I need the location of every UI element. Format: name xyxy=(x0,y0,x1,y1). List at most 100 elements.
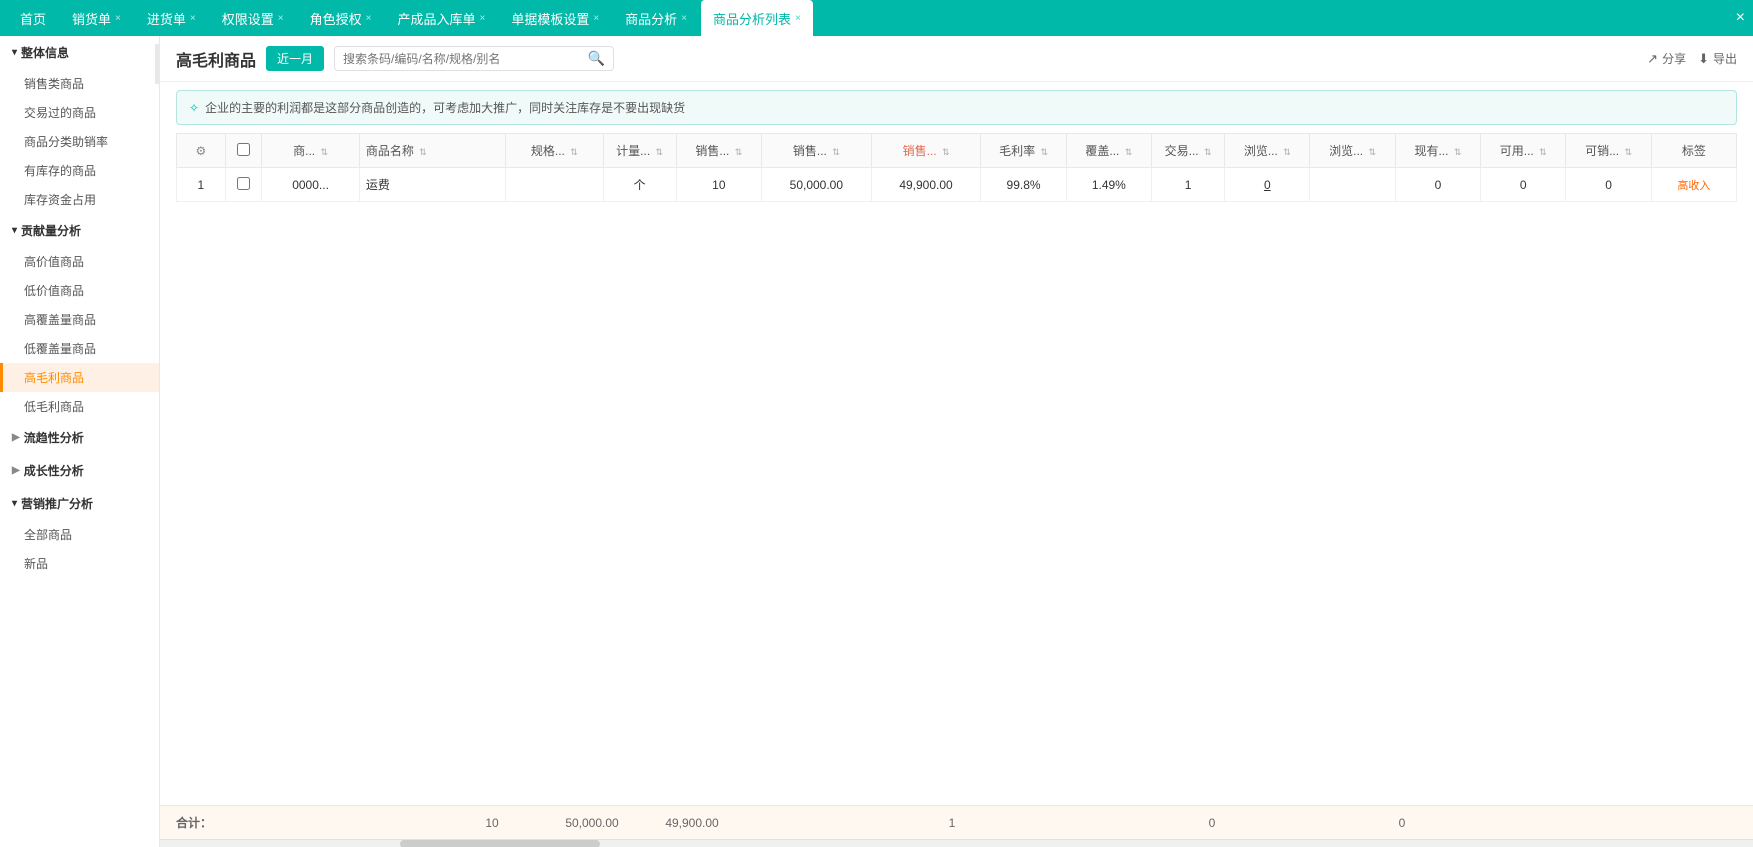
col-header-stock2: 可用... ⇅ xyxy=(1481,134,1566,168)
cell-tag: 高收入 xyxy=(1651,168,1736,202)
cell-sales-qty: 10 xyxy=(676,168,761,202)
chevron-right-icon: ▶ xyxy=(12,432,20,443)
export-icon: ⬇ xyxy=(1698,51,1709,67)
nav-tab-permissions[interactable]: 权限设置 × xyxy=(210,0,296,36)
col-header-unit: 计量... ⇅ xyxy=(603,134,676,168)
col-header-code: 商... ⇅ xyxy=(262,134,360,168)
table-footer: 合计： 10 50,000.00 49,900.00 1 0 0 xyxy=(160,805,1753,839)
sidebar-group-contribution[interactable]: ▾ 贡献量分析 xyxy=(0,214,159,247)
nav-tab-purchase[interactable]: 进货单 × xyxy=(135,0,208,36)
sidebar-collapse-button[interactable]: 《 xyxy=(155,44,160,84)
close-all-icon[interactable]: × xyxy=(1736,9,1745,27)
export-button[interactable]: ⬇ 导出 xyxy=(1698,50,1737,67)
close-icon[interactable]: × xyxy=(593,13,599,24)
col-header-coverage: 覆盖... ⇅ xyxy=(1066,134,1151,168)
sort-icon[interactable]: ⇅ xyxy=(735,147,743,157)
sidebar-item-stocked-goods[interactable]: 有库存的商品 xyxy=(0,156,159,185)
nav-tab-roles[interactable]: 角色授权 × xyxy=(298,0,384,36)
sidebar-item-low-coverage[interactable]: 低覆盖量商品 xyxy=(0,334,159,363)
cell-stock1: 0 xyxy=(1395,168,1480,202)
sort-icon[interactable]: ⇅ xyxy=(1204,147,1212,157)
share-icon: ↗ xyxy=(1647,51,1658,67)
sidebar-group-marketing[interactable]: ▾ 营销推广分析 xyxy=(0,487,159,520)
nav-tab-templates[interactable]: 单据模板设置 × xyxy=(499,0,611,36)
sidebar-item-all-goods[interactable]: 全部商品 xyxy=(0,520,159,549)
sidebar-item-category-rate[interactable]: 商品分类助销率 xyxy=(0,127,159,156)
nav-tab-home[interactable]: 首页 xyxy=(8,0,58,36)
main-layout: 《 ▾ 整体信息 销售类商品 交易过的商品 商品分类助销率 有库存的商品 库存资… xyxy=(0,36,1753,847)
sidebar-item-high-value[interactable]: 高价值商品 xyxy=(0,247,159,276)
col-header-transaction: 交易... ⇅ xyxy=(1152,134,1225,168)
close-icon[interactable]: × xyxy=(190,13,196,24)
sidebar-group-overall[interactable]: ▾ 整体信息 xyxy=(0,36,159,69)
cell-coverage: 1.49% xyxy=(1066,168,1151,202)
scroll-thumb[interactable] xyxy=(400,840,600,847)
sort-icon[interactable]: ⇅ xyxy=(1283,147,1291,157)
sort-icon[interactable]: ⇅ xyxy=(570,147,578,157)
col-header-tag: 标签 xyxy=(1651,134,1736,168)
col-header-sales-profit: 销售... ⇅ xyxy=(871,134,981,168)
sort-icon[interactable]: ⇅ xyxy=(656,147,664,157)
sort-icon[interactable]: ⇅ xyxy=(1624,147,1632,157)
col-header-settings[interactable]: ⚙ xyxy=(177,134,226,168)
sort-icon[interactable]: ⇅ xyxy=(1369,147,1377,157)
close-icon[interactable]: × xyxy=(479,13,485,24)
footer-label: 合计： xyxy=(176,814,212,831)
filter-recent-month-button[interactable]: 近一月 xyxy=(266,46,324,71)
sidebar-item-low-value[interactable]: 低价值商品 xyxy=(0,276,159,305)
nav-tab-sales[interactable]: 销货单 × xyxy=(60,0,133,36)
sort-icon[interactable]: ⇅ xyxy=(1454,147,1462,157)
cell-sales-amt: 50,000.00 xyxy=(762,168,872,202)
close-icon[interactable]: × xyxy=(115,13,121,24)
sidebar-group-flow[interactable]: ▶ 流趋性分析 xyxy=(0,421,159,454)
close-icon[interactable]: × xyxy=(366,13,372,24)
cell-sales-profit: 49,900.00 xyxy=(871,168,981,202)
cell-check[interactable] xyxy=(225,168,262,202)
cell-saleable: 0 xyxy=(1566,168,1651,202)
sidebar-item-traded-goods[interactable]: 交易过的商品 xyxy=(0,98,159,127)
sidebar-item-sales-goods[interactable]: 销售类商品 xyxy=(0,69,159,98)
sort-icon[interactable]: ⇅ xyxy=(320,147,328,157)
nav-tab-analysis[interactable]: 商品分析 × xyxy=(613,0,699,36)
sort-icon[interactable]: ⇅ xyxy=(419,147,427,157)
close-icon[interactable]: × xyxy=(681,13,687,24)
sidebar-group-growth[interactable]: ▶ 成长性分析 xyxy=(0,454,159,487)
nav-tab-analysis-list[interactable]: 商品分析列表 × xyxy=(701,0,813,36)
share-button[interactable]: ↗ 分享 xyxy=(1647,50,1686,67)
nav-tab-products[interactable]: 产成品入库单 × xyxy=(385,0,497,36)
cell-unit: 个 xyxy=(603,168,676,202)
sidebar-item-high-margin[interactable]: 高毛利商品 xyxy=(0,363,159,392)
col-header-check[interactable] xyxy=(225,134,262,168)
cell-spec xyxy=(506,168,604,202)
col-header-saleable: 可销... ⇅ xyxy=(1566,134,1651,168)
search-icon[interactable]: 🔍 xyxy=(588,50,605,67)
cell-gross-rate: 99.8% xyxy=(981,168,1066,202)
footer-stock1: 0 xyxy=(1172,816,1252,830)
horizontal-scrollbar[interactable] xyxy=(160,839,1753,847)
close-icon[interactable]: × xyxy=(278,13,284,24)
sidebar-item-new-goods[interactable]: 新品 xyxy=(0,549,159,578)
chevron-down-icon: ▾ xyxy=(12,225,17,236)
sort-icon[interactable]: ⇅ xyxy=(942,147,950,157)
row-checkbox[interactable] xyxy=(237,177,250,190)
col-header-name: 商品名称 ⇅ xyxy=(359,134,505,168)
page-title: 高毛利商品 xyxy=(176,47,256,71)
info-banner: ✧ 企业的主要的利润都是这部分商品创造的，可考虑加大推广，同时关注库存是不要出现… xyxy=(176,90,1737,125)
cell-stock2: 0 xyxy=(1481,168,1566,202)
sidebar-item-high-coverage[interactable]: 高覆盖量商品 xyxy=(0,305,159,334)
search-input[interactable] xyxy=(343,52,584,66)
sort-icon[interactable]: ⇅ xyxy=(1125,147,1133,157)
chevron-down-icon: ▾ xyxy=(12,498,17,509)
col-header-sales-qty: 销售... ⇅ xyxy=(676,134,761,168)
sidebar-item-low-margin[interactable]: 低毛利商品 xyxy=(0,392,159,421)
select-all-checkbox[interactable] xyxy=(237,143,250,156)
settings-icon[interactable]: ⚙ xyxy=(195,144,206,158)
header-actions: ↗ 分享 ⬇ 导出 xyxy=(1647,50,1737,67)
sidebar-item-stock-capital[interactable]: 库存资金占用 xyxy=(0,185,159,214)
close-icon[interactable]: × xyxy=(795,13,801,24)
footer-saleable: 0 xyxy=(1362,816,1442,830)
sort-icon[interactable]: ⇅ xyxy=(1040,147,1048,157)
sort-icon[interactable]: ⇅ xyxy=(832,147,840,157)
cell-browse1[interactable]: 0 xyxy=(1225,168,1310,202)
sort-icon[interactable]: ⇅ xyxy=(1539,147,1547,157)
